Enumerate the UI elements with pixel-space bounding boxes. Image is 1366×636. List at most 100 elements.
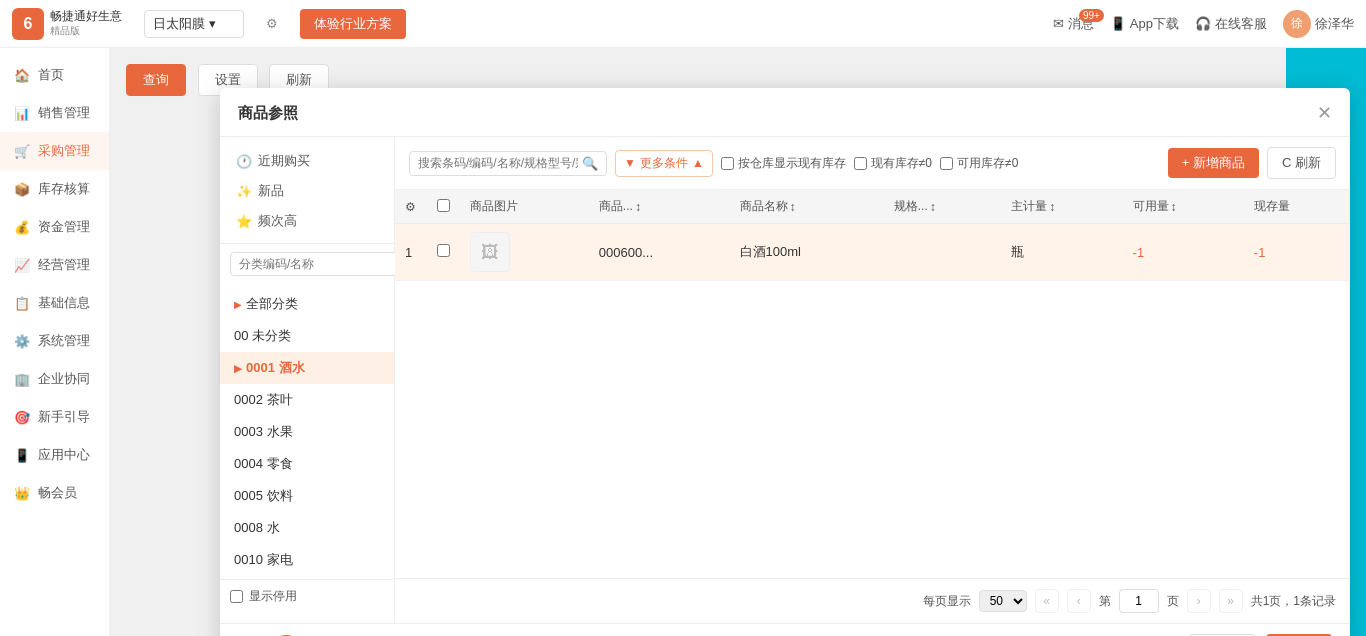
- row-name: 白酒100ml: [730, 224, 884, 281]
- logo-icon: 6: [12, 8, 44, 40]
- col-stock: 现存量: [1244, 190, 1350, 224]
- app-download-button[interactable]: 📱 App下载: [1110, 15, 1179, 33]
- category-item-0001[interactable]: ▶ 0001 酒水: [220, 352, 394, 384]
- sidebar-item-home[interactable]: 🏠 首页: [0, 56, 109, 94]
- right-panel: 🔍 ▼ 更多条件 ▲ 按仓库显示现有库存: [395, 137, 1350, 623]
- last-page-button[interactable]: »: [1219, 589, 1243, 613]
- warehouse-filter[interactable]: 按仓库显示现有库存: [721, 155, 846, 172]
- per-page-select[interactable]: 50: [979, 590, 1027, 612]
- sidebar-item-sales[interactable]: 📊 销售管理: [0, 94, 109, 132]
- vip-icon: 👑: [14, 486, 30, 501]
- content-area: 查询 设置 刷新 商品参照 ✕ 🕐 近期购买: [110, 48, 1366, 636]
- show-disabled-label[interactable]: 显示停用: [230, 588, 384, 605]
- base-icon: 📋: [14, 296, 30, 311]
- category-search: 🔍: [220, 244, 394, 284]
- show-disabled-checkbox[interactable]: [230, 590, 243, 603]
- prev-page-button[interactable]: ‹: [1067, 589, 1091, 613]
- refresh-button[interactable]: C 刷新: [1267, 147, 1336, 179]
- category-item-0008[interactable]: 0008 水: [220, 512, 394, 544]
- warehouse-checkbox[interactable]: [721, 157, 734, 170]
- select-all-checkbox[interactable]: [437, 199, 450, 212]
- category-item-0002[interactable]: 0002 茶叶: [220, 384, 394, 416]
- col-code: 商品... ↕: [589, 190, 730, 224]
- search-icon: 🔍: [582, 156, 598, 171]
- category-item-0005[interactable]: 0005 饮料: [220, 480, 394, 512]
- message-icon: ✉: [1053, 16, 1064, 31]
- table-row[interactable]: 1 🖼 000600... 白酒100ml 瓶 -1: [395, 224, 1350, 281]
- row-spec: [884, 224, 1002, 281]
- available-nonzero-checkbox[interactable]: [854, 157, 867, 170]
- category-item-0003[interactable]: 0003 水果: [220, 416, 394, 448]
- category-item-all[interactable]: ▶ 全部分类: [220, 288, 394, 320]
- modal-close-button[interactable]: ✕: [1317, 102, 1332, 124]
- sidebar-item-corp[interactable]: 🏢 企业协同: [0, 360, 109, 398]
- customer-service-button[interactable]: 🎧 在线客服: [1195, 15, 1267, 33]
- modal-footer: ? 🛒 连续选择的商品 0 ▲ 取消 确定: [220, 623, 1350, 636]
- product-search-box: 🔍: [409, 151, 607, 176]
- category-list: ▶ 全部分类 00 未分类 ▶ 0001 酒水 0002 茶叶: [220, 284, 394, 579]
- quick-frequent[interactable]: ⭐ 频次高: [230, 207, 384, 235]
- product-reference-modal: 商品参照 ✕ 🕐 近期购买 ✨ 新品: [220, 88, 1350, 636]
- sidebar: 🏠 首页 📊 销售管理 🛒 采购管理 📦 库存核算 💰 资金管理 📈 经营管理 …: [0, 48, 110, 636]
- headset-icon: 🎧: [1195, 16, 1211, 31]
- category-item-00[interactable]: 00 未分类: [220, 320, 394, 352]
- sidebar-item-stock[interactable]: 📦 库存核算: [0, 170, 109, 208]
- next-page-button[interactable]: ›: [1187, 589, 1211, 613]
- quick-new[interactable]: ✨ 新品: [230, 177, 384, 205]
- more-filter-button[interactable]: ▼ 更多条件 ▲: [615, 150, 713, 177]
- category-search-input[interactable]: [230, 252, 398, 276]
- sidebar-item-purchase[interactable]: 🛒 采购管理: [0, 132, 109, 170]
- operate-icon: 📈: [14, 258, 30, 273]
- dropdown-arrow-icon: ▾: [209, 16, 216, 31]
- modal-title: 商品参照: [238, 104, 298, 123]
- finance-icon: 💰: [14, 220, 30, 235]
- stock-icon: 📦: [14, 182, 30, 197]
- trial-button[interactable]: 体验行业方案: [300, 9, 406, 39]
- sidebar-item-guide[interactable]: 🎯 新手引导: [0, 398, 109, 436]
- bg-query-button[interactable]: 查询: [126, 64, 186, 96]
- avatar: 徐: [1283, 10, 1311, 38]
- category-panel: 🕐 近期购买 ✨ 新品 ⭐ 频次高: [220, 137, 395, 623]
- usable-nonzero-checkbox[interactable]: [940, 157, 953, 170]
- add-product-button[interactable]: + 新增商品: [1168, 148, 1259, 178]
- row-code: 000600...: [589, 224, 730, 281]
- category-quick-list: 🕐 近期购买 ✨ 新品 ⭐ 频次高: [220, 147, 394, 244]
- product-search-input[interactable]: [418, 156, 578, 170]
- category-item-0004[interactable]: 0004 零食: [220, 448, 394, 480]
- sidebar-item-vip[interactable]: 👑 畅会员: [0, 474, 109, 512]
- filter-arrow-icon: ▲: [692, 156, 704, 170]
- quick-recent[interactable]: 🕐 近期购买: [230, 147, 384, 175]
- main-layout: 🏠 首页 📊 销售管理 🛒 采购管理 📦 库存核算 💰 资金管理 📈 经营管理 …: [0, 48, 1366, 636]
- sidebar-item-system[interactable]: ⚙️ 系统管理: [0, 322, 109, 360]
- show-disabled-area: 显示停用: [220, 579, 394, 613]
- sidebar-item-operate[interactable]: 📈 经营管理: [0, 246, 109, 284]
- sidebar-item-finance[interactable]: 💰 资金管理: [0, 208, 109, 246]
- col-settings[interactable]: ⚙: [395, 190, 427, 224]
- col-checkbox: [427, 190, 460, 224]
- usable-nonzero-filter[interactable]: 可用库存≠0: [940, 155, 1018, 172]
- sales-icon: 📊: [14, 106, 30, 121]
- row-stock: -1: [1244, 224, 1350, 281]
- page-number-input[interactable]: [1119, 589, 1159, 613]
- first-page-button[interactable]: «: [1035, 589, 1059, 613]
- apps-icon: 📱: [14, 448, 30, 463]
- col-available: 可用量 ↕: [1123, 190, 1244, 224]
- store-name: 日太阳膜: [153, 15, 205, 33]
- search-toolbar: 🔍 ▼ 更多条件 ▲ 按仓库显示现有库存: [395, 137, 1350, 190]
- message-button[interactable]: ✉ 消息 99+: [1053, 15, 1094, 33]
- app-icon: 📱: [1110, 16, 1126, 31]
- settings-icon[interactable]: ⚙: [256, 8, 288, 40]
- store-selector[interactable]: 日太阳膜 ▾: [144, 10, 244, 38]
- purchase-icon: 🛒: [14, 144, 30, 159]
- row-index: 1: [395, 224, 427, 281]
- product-table: ⚙ 商品图片 商品... ↕ 商品名称 ↕ 规格... ↕ 主计量 ↕ 可用量 …: [395, 190, 1350, 281]
- guide-icon: 🎯: [14, 410, 30, 425]
- modal-header: 商品参照 ✕: [220, 88, 1350, 137]
- sidebar-item-base[interactable]: 📋 基础信息: [0, 284, 109, 322]
- nav-right: ✉ 消息 99+ 📱 App下载 🎧 在线客服 徐 徐泽华: [1053, 10, 1354, 38]
- available-nonzero-filter[interactable]: 现有库存≠0: [854, 155, 932, 172]
- row-checkbox[interactable]: [437, 244, 450, 257]
- user-menu[interactable]: 徐 徐泽华: [1283, 10, 1354, 38]
- category-item-0010[interactable]: 0010 家电: [220, 544, 394, 576]
- sidebar-item-apps[interactable]: 📱 应用中心: [0, 436, 109, 474]
